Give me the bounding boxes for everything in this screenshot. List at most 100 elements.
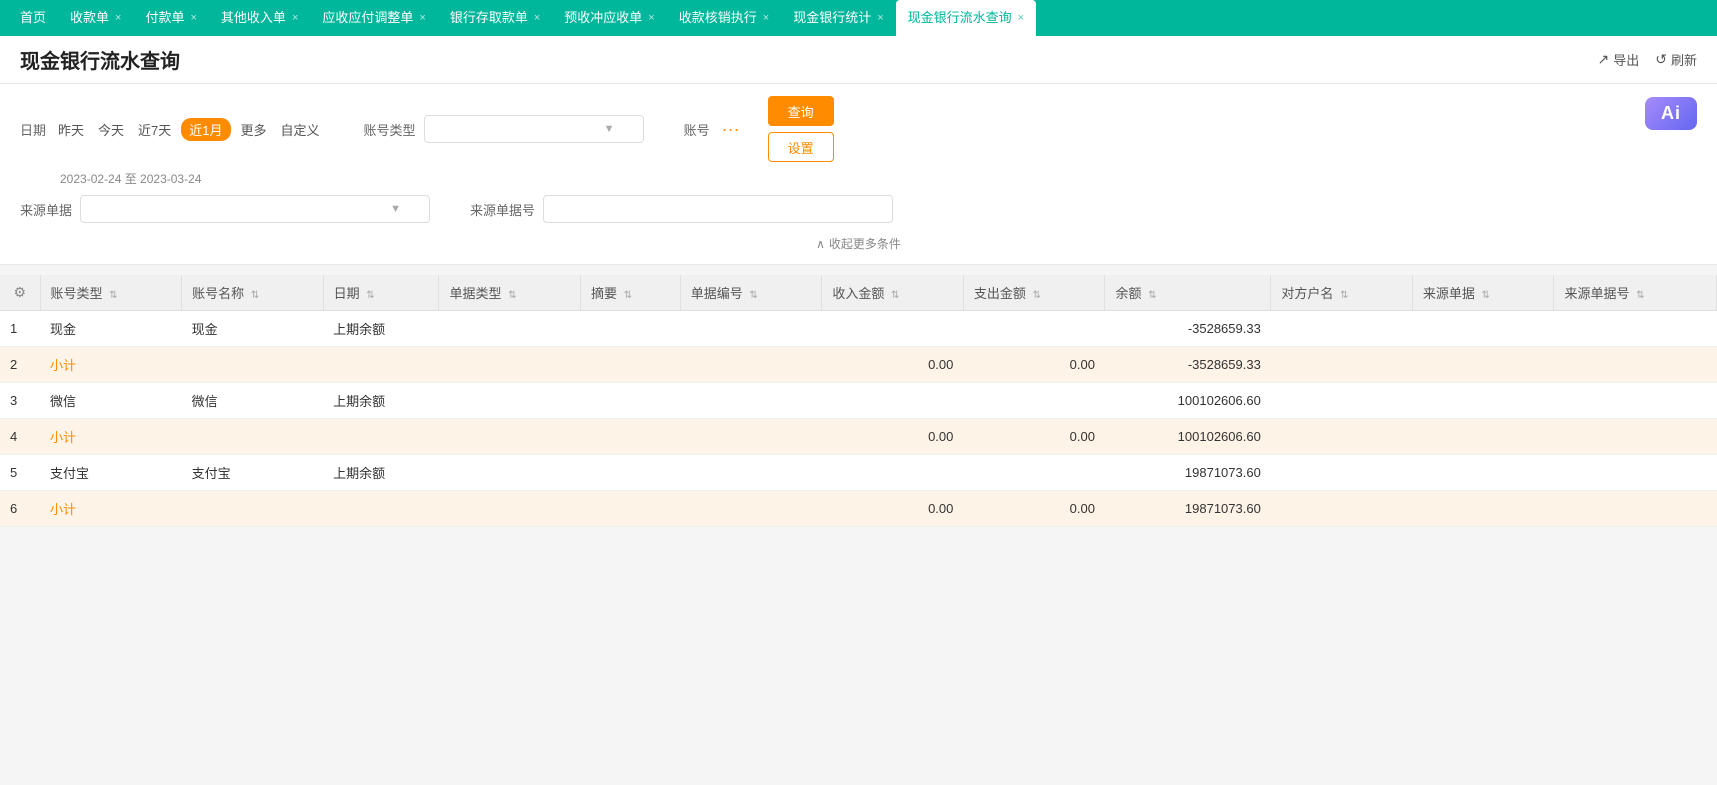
source-doc-no-input[interactable] — [543, 195, 893, 223]
table-cell: 0.00 — [963, 419, 1105, 455]
table-cell: 小计 — [40, 491, 182, 527]
date-btn-1month[interactable]: 近1月 — [181, 118, 230, 141]
table-row[interactable]: 1现金现金上期余额-3528659.33 — [0, 311, 1717, 347]
table-row[interactable]: 4小计0.000.00100102606.60 — [0, 419, 1717, 455]
page-header: 现金银行流水查询 ↗ 导出 ↺ 刷新 — [0, 36, 1717, 84]
table-row[interactable]: 6小计0.000.0019871073.60 — [0, 491, 1717, 527]
close-icon-prepay[interactable]: × — [648, 0, 654, 36]
close-icon-receipts[interactable]: × — [115, 0, 121, 36]
nav-item-verify[interactable]: 收款核销执行 × — [667, 0, 781, 36]
filter-row-source-doc: 来源单据 ▼ 来源单据号 — [20, 195, 1697, 223]
th-account-type[interactable]: 账号类型 ⇅ — [40, 275, 182, 311]
nav-item-home[interactable]: 首页 — [8, 0, 58, 36]
table-cell — [680, 347, 822, 383]
table-cell — [439, 347, 581, 383]
th-summary[interactable]: 摘要 ⇅ — [581, 275, 681, 311]
table-row[interactable]: 2小计0.000.00-3528659.33 — [0, 347, 1717, 383]
th-account-name[interactable]: 账号名称 ⇅ — [182, 275, 324, 311]
date-btn-more[interactable]: 更多 — [237, 118, 271, 141]
table-cell: -3528659.33 — [1105, 311, 1271, 347]
nav-item-receipts[interactable]: 收款单 × — [58, 0, 133, 36]
th-date[interactable]: 日期 ⇅ — [323, 275, 439, 311]
source-doc-select[interactable]: ▼ — [80, 195, 430, 223]
refresh-button[interactable]: ↺ 刷新 — [1655, 50, 1697, 69]
sort-icon-source-doc-no: ⇅ — [1636, 290, 1644, 301]
nav-label-home: 首页 — [20, 0, 46, 36]
top-navigation: 首页 收款单 × 付款单 × 其他收入单 × 应收应付调整单 × 银行存取款单 … — [0, 0, 1717, 36]
table-cell — [1412, 455, 1554, 491]
table-cell — [1412, 491, 1554, 527]
source-doc-label: 来源单据 — [20, 200, 72, 219]
table-cell — [1412, 347, 1554, 383]
table-cell: 6 — [0, 491, 40, 527]
close-icon-cash-flow[interactable]: × — [1018, 0, 1024, 36]
close-icon-payments[interactable]: × — [190, 0, 196, 36]
close-icon-bank-deposit[interactable]: × — [534, 0, 540, 36]
nav-label-bank-deposit: 银行存取款单 — [450, 0, 528, 36]
th-gear[interactable]: ⚙ — [0, 275, 40, 311]
table-cell — [1554, 383, 1717, 419]
date-btn-custom[interactable]: 自定义 — [277, 118, 324, 141]
sort-icon-doc-type: ⇅ — [508, 290, 516, 301]
nav-item-prepay[interactable]: 预收冲应收单 × — [552, 0, 666, 36]
query-button[interactable]: 查询 — [768, 96, 834, 126]
nav-label-verify: 收款核销执行 — [679, 0, 757, 36]
table-cell — [1554, 311, 1717, 347]
th-income[interactable]: 收入金额 ⇅ — [822, 275, 964, 311]
table-cell: 小计 — [40, 347, 182, 383]
source-doc-no-label: 来源单据号 — [470, 200, 535, 219]
gear-settings-icon[interactable]: ⚙ — [13, 284, 26, 300]
header-actions: ↗ 导出 ↺ 刷新 — [1598, 50, 1698, 69]
table-cell — [1412, 311, 1554, 347]
th-expense[interactable]: 支出金额 ⇅ — [963, 275, 1105, 311]
table-row[interactable]: 5支付宝支付宝上期余额19871073.60 — [0, 455, 1717, 491]
table-cell — [1271, 419, 1413, 455]
table-cell — [1271, 311, 1413, 347]
nav-item-other-income[interactable]: 其他收入单 × — [209, 0, 310, 36]
date-btn-yesterday[interactable]: 昨天 — [54, 118, 88, 141]
table-cell — [963, 311, 1105, 347]
data-table-container: ⚙ 账号类型 ⇅ 账号名称 ⇅ 日期 ⇅ 单据类型 ⇅ — [0, 275, 1717, 527]
table-cell — [182, 419, 324, 455]
th-source-doc-no[interactable]: 来源单据号 ⇅ — [1554, 275, 1717, 311]
table-header-row: ⚙ 账号类型 ⇅ 账号名称 ⇅ 日期 ⇅ 单据类型 ⇅ — [0, 275, 1717, 311]
nav-item-cash-stats[interactable]: 现金银行统计 × — [781, 0, 895, 36]
date-range-text: 2023-02-24 至 2023-03-24 — [60, 172, 201, 186]
nav-item-bank-deposit[interactable]: 银行存取款单 × — [438, 0, 552, 36]
th-counterpart-label: 对方户名 — [1281, 286, 1333, 301]
ai-badge[interactable]: Ai — [1645, 97, 1697, 130]
collapse-bar[interactable]: ∧ 收起更多条件 — [20, 231, 1697, 252]
table-cell — [182, 347, 324, 383]
table-cell — [1271, 347, 1413, 383]
close-icon-ar-ap-adjust[interactable]: × — [419, 0, 425, 36]
nav-item-ar-ap-adjust[interactable]: 应收应付调整单 × — [310, 0, 437, 36]
nav-item-payments[interactable]: 付款单 × — [133, 0, 208, 36]
table-cell — [822, 455, 964, 491]
th-doc-type[interactable]: 单据类型 ⇅ — [439, 275, 581, 311]
close-icon-cash-stats[interactable]: × — [877, 0, 883, 36]
th-account-type-label: 账号类型 — [51, 286, 103, 301]
nav-item-cash-flow[interactable]: 现金银行流水查询 × — [896, 0, 1036, 36]
account-type-select[interactable]: ▼ — [424, 115, 644, 143]
th-source-doc[interactable]: 来源单据 ⇅ — [1412, 275, 1554, 311]
th-source-doc-no-label: 来源单据号 — [1564, 286, 1629, 301]
date-btn-7days[interactable]: 近7天 — [134, 118, 175, 141]
table-cell — [581, 383, 681, 419]
date-btn-today[interactable]: 今天 — [94, 118, 128, 141]
table-cell: 现金 — [40, 311, 182, 347]
th-doc-no[interactable]: 单据编号 ⇅ — [680, 275, 822, 311]
sort-icon-summary: ⇅ — [624, 290, 632, 301]
filter-group-account: 账号 ··· — [684, 119, 740, 140]
table-cell — [581, 419, 681, 455]
th-counterpart[interactable]: 对方户名 ⇅ — [1271, 275, 1413, 311]
table-cell — [680, 311, 822, 347]
close-icon-verify[interactable]: × — [763, 0, 769, 36]
nav-label-other-income: 其他收入单 — [221, 0, 286, 36]
sort-icon-counterpart: ⇅ — [1340, 290, 1348, 301]
export-button[interactable]: ↗ 导出 — [1598, 50, 1640, 69]
th-balance[interactable]: 余额 ⇅ — [1105, 275, 1271, 311]
close-icon-other-income[interactable]: × — [292, 0, 298, 36]
settings-button[interactable]: 设置 — [768, 132, 834, 162]
account-dots-button[interactable]: ··· — [722, 119, 740, 140]
table-row[interactable]: 3微信微信上期余额100102606.60 — [0, 383, 1717, 419]
